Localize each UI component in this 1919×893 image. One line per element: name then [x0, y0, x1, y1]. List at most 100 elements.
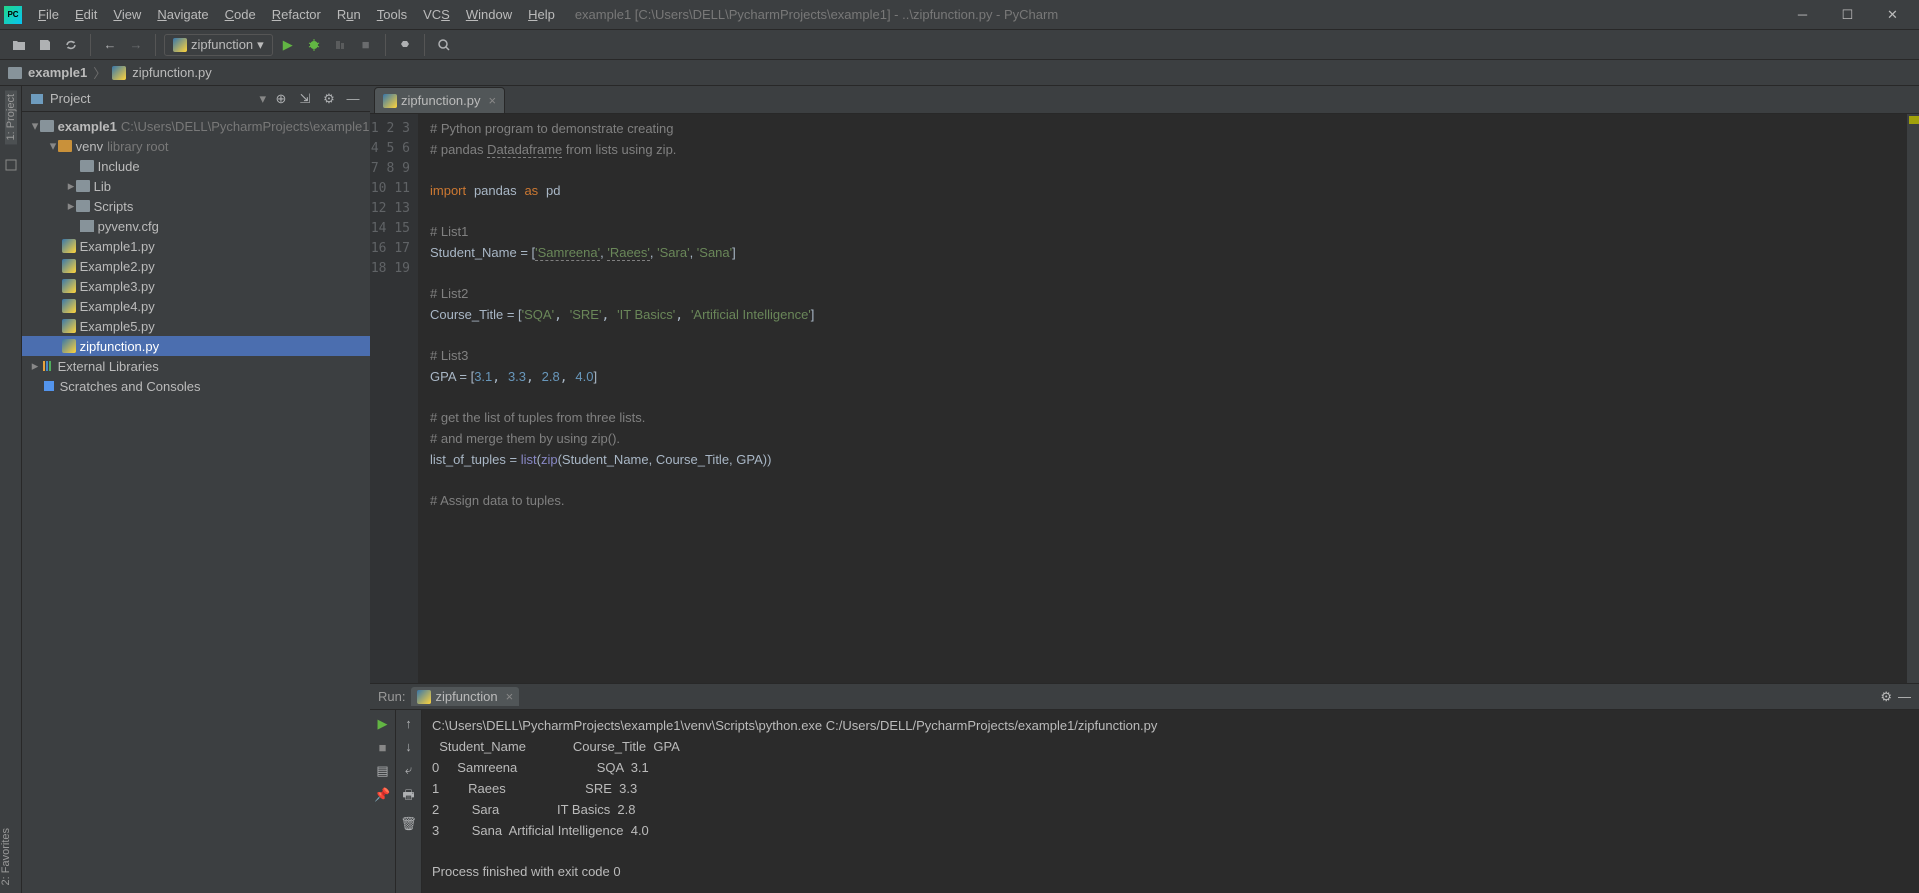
tree-lib[interactable]: ▸ Lib: [22, 176, 370, 196]
error-stripe[interactable]: [1907, 114, 1919, 683]
main-area: 1: Project Project ▾ ⊕ ⇲ ⚙ — ▾ example1C…: [0, 86, 1919, 893]
debug-button[interactable]: [303, 34, 325, 56]
run-button[interactable]: ▶: [277, 34, 299, 56]
editor-tab[interactable]: zipfunction.py ×: [374, 87, 505, 113]
breadcrumb-root[interactable]: example1: [28, 65, 87, 80]
close-button[interactable]: ✕: [1870, 0, 1915, 30]
menu-edit[interactable]: Edit: [67, 7, 105, 22]
breadcrumb-sep: 〉: [93, 63, 106, 82]
run-tab[interactable]: zipfunction ×: [411, 687, 519, 706]
collapse-icon[interactable]: ⇲: [296, 90, 314, 108]
editor-tabs: zipfunction.py ×: [370, 86, 1919, 114]
down-icon[interactable]: ↓: [405, 739, 412, 754]
tree-file-selected[interactable]: zipfunction.py: [22, 336, 370, 356]
close-icon[interactable]: ×: [506, 689, 514, 704]
search-icon[interactable]: [433, 34, 455, 56]
breadcrumb-file[interactable]: zipfunction.py: [132, 65, 212, 80]
run-config-name: zipfunction: [191, 37, 253, 52]
locate-icon[interactable]: ⊕: [272, 90, 290, 108]
tree-file[interactable]: Example2.py: [22, 256, 370, 276]
project-view-icon: [30, 92, 44, 106]
stop-button: ■: [355, 34, 377, 56]
layout-icon[interactable]: ▤: [376, 763, 388, 779]
folder-icon: [8, 67, 22, 79]
code-editor[interactable]: # Python program to demonstrate creating…: [418, 114, 1919, 683]
tree-pyvenv[interactable]: pyvenv.cfg: [22, 216, 370, 236]
menu-code[interactable]: Code: [217, 7, 264, 22]
rerun-button[interactable]: ▶: [378, 716, 388, 732]
window-title: example1 [C:\Users\DELL\PycharmProjects\…: [575, 7, 1780, 22]
open-icon[interactable]: [8, 34, 30, 56]
run-tab-label: zipfunction: [435, 689, 497, 704]
run-tool-window: Run: zipfunction × ⚙ — ▶ ■ ▤ 📌 ↑: [370, 683, 1919, 893]
app-icon: PC: [4, 6, 22, 24]
hide-icon[interactable]: —: [1898, 689, 1911, 704]
left-tool-strip: 1: Project: [0, 86, 22, 893]
tree-file[interactable]: Example1.py: [22, 236, 370, 256]
forward-icon: →: [125, 34, 147, 56]
stop-button[interactable]: ■: [379, 740, 387, 755]
pin-icon[interactable]: 📌: [374, 787, 390, 803]
trash-icon[interactable]: 🗑: [400, 816, 417, 832]
menu-vcs[interactable]: VCS: [415, 7, 458, 22]
up-icon[interactable]: ↑: [405, 716, 412, 731]
project-tree[interactable]: ▾ example1C:\Users\DELL\PycharmProjects\…: [22, 112, 370, 893]
menu-view[interactable]: View: [105, 7, 149, 22]
back-icon[interactable]: ←: [99, 34, 121, 56]
minimize-button[interactable]: ─: [1780, 0, 1825, 30]
coverage-icon: [329, 34, 351, 56]
chevron-down-icon[interactable]: ▾: [259, 91, 266, 107]
project-panel: Project ▾ ⊕ ⇲ ⚙ — ▾ example1C:\Users\DEL…: [22, 86, 370, 893]
run-config-selector[interactable]: zipfunction ▾: [164, 34, 273, 56]
tree-file[interactable]: Example3.py: [22, 276, 370, 296]
python-icon: [173, 38, 187, 52]
menu-tools[interactable]: Tools: [369, 7, 415, 22]
run-console[interactable]: C:\Users\DELL\PycharmProjects\example1\v…: [422, 710, 1919, 893]
tree-venv[interactable]: ▾ venvlibrary root: [22, 136, 370, 156]
python-icon: [383, 94, 397, 108]
close-icon[interactable]: ×: [489, 93, 497, 108]
menu-refactor[interactable]: Refactor: [264, 7, 329, 22]
maximize-button[interactable]: ☐: [1825, 0, 1870, 30]
editor-tab-label: zipfunction.py: [401, 93, 481, 108]
project-header: Project ▾ ⊕ ⇲ ⚙ —: [22, 86, 370, 112]
tree-scripts[interactable]: ▸ Scripts: [22, 196, 370, 216]
editor-area: zipfunction.py × 1 2 3 4 5 6 7 8 9 10 11…: [370, 86, 1919, 893]
settings-icon[interactable]: [394, 34, 416, 56]
menu-run[interactable]: Run: [329, 7, 369, 22]
menu-window[interactable]: Window: [458, 7, 520, 22]
left-tool-strip-bottom: 2: Favorites: [0, 824, 22, 889]
tree-include[interactable]: Include: [22, 156, 370, 176]
tool-project-tab[interactable]: 1: Project: [5, 90, 17, 144]
run-toolbar-left2: ↑ ↓ ⤶ 🖶 🗑: [396, 710, 422, 893]
run-toolbar-left: ▶ ■ ▤ 📌: [370, 710, 396, 893]
breadcrumb: example1 〉 zipfunction.py: [0, 60, 1919, 86]
python-icon: [112, 66, 126, 80]
tool-favorites-tab[interactable]: 2: Favorites: [0, 824, 12, 889]
save-icon[interactable]: [34, 34, 56, 56]
titlebar: PC File Edit View Navigate Code Refactor…: [0, 0, 1919, 30]
tree-root[interactable]: ▾ example1C:\Users\DELL\PycharmProjects\…: [22, 116, 370, 136]
print-icon[interactable]: 🖶: [402, 786, 414, 808]
tree-file[interactable]: Example4.py: [22, 296, 370, 316]
menu-file[interactable]: File: [30, 7, 67, 22]
menu-help[interactable]: Help: [520, 7, 563, 22]
run-label: Run:: [378, 689, 405, 704]
tree-file[interactable]: Example5.py: [22, 316, 370, 336]
chevron-down-icon: ▾: [257, 37, 264, 53]
tree-ext-lib[interactable]: ▸ External Libraries: [22, 356, 370, 376]
structure-icon[interactable]: [4, 158, 18, 172]
hide-icon[interactable]: —: [344, 90, 362, 108]
python-icon: [417, 690, 431, 704]
gear-icon[interactable]: ⚙: [320, 90, 338, 108]
run-header: Run: zipfunction × ⚙ —: [370, 684, 1919, 710]
tree-scratches[interactable]: Scratches and Consoles: [22, 376, 370, 396]
sync-icon[interactable]: [60, 34, 82, 56]
line-gutter: 1 2 3 4 5 6 7 8 9 10 11 12 13 14 15 16 1…: [370, 114, 418, 683]
gear-icon[interactable]: ⚙: [1880, 689, 1892, 705]
wrap-icon[interactable]: ⤶: [405, 762, 412, 778]
main-toolbar: ← → zipfunction ▾ ▶ ■: [0, 30, 1919, 60]
project-header-title: Project: [50, 91, 253, 106]
menu-navigate[interactable]: Navigate: [149, 7, 216, 22]
editor-body[interactable]: 1 2 3 4 5 6 7 8 9 10 11 12 13 14 15 16 1…: [370, 114, 1919, 683]
